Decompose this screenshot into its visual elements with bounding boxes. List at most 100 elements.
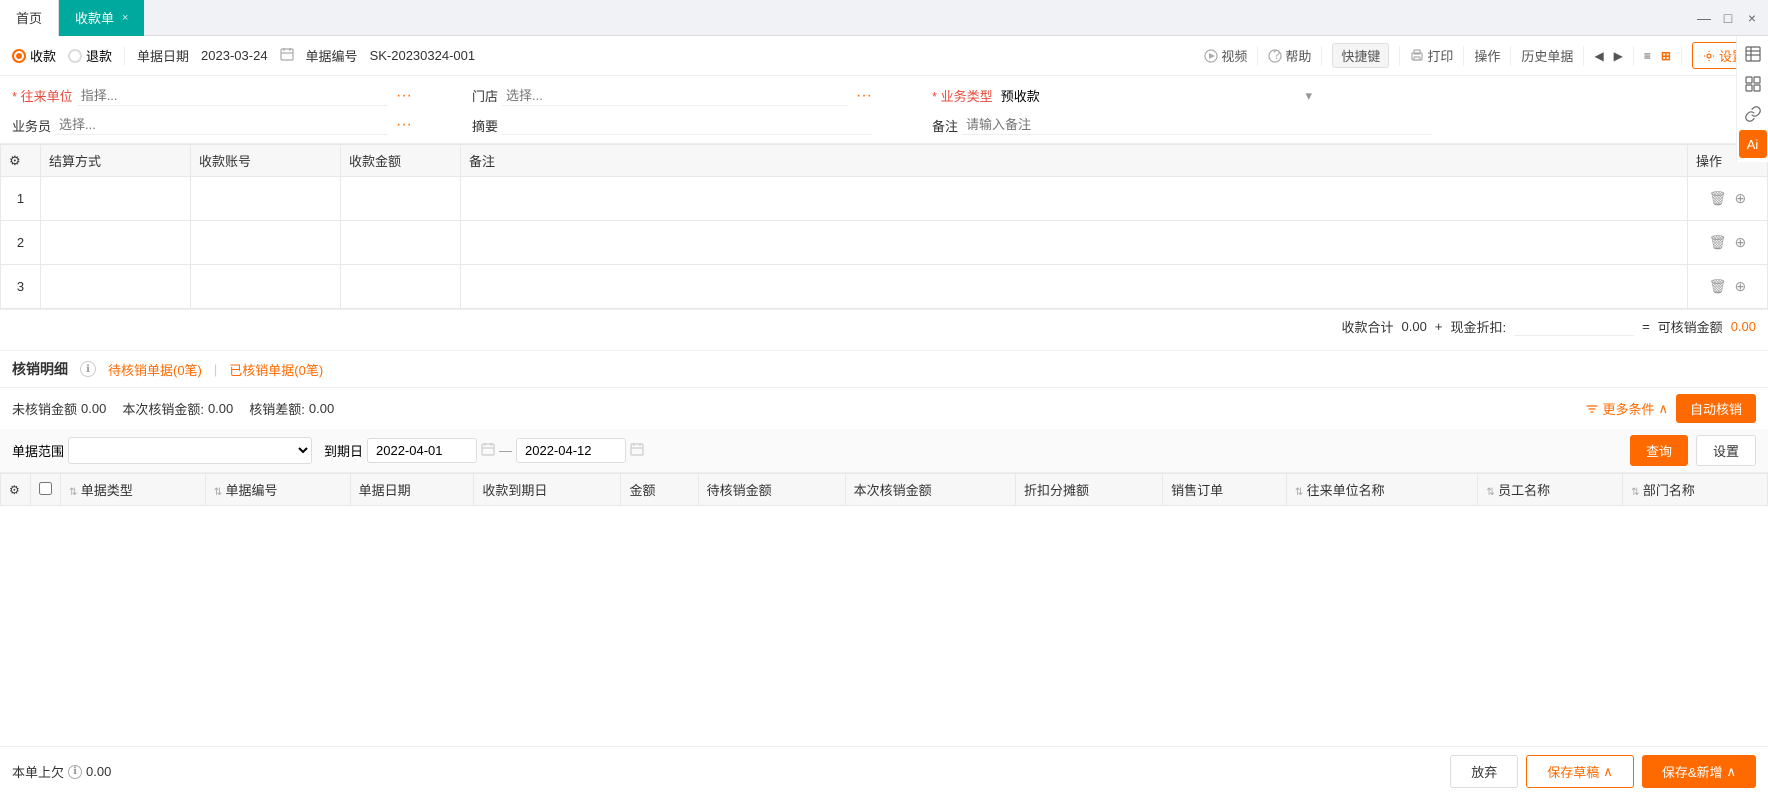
maximize-button[interactable]: □ [1720,10,1736,26]
cal-icon-from[interactable] [481,442,495,459]
cell-remark-1[interactable] [461,177,1688,221]
business-type-field: 业务类型 预收款 ▾ [932,84,1312,107]
auto-verify-button[interactable]: 自动核销 [1676,394,1756,423]
discount-input[interactable] [1514,316,1634,336]
gear-icon: ⚙ [9,153,21,168]
summary-input[interactable] [502,115,872,135]
cell-settlement-1[interactable] [41,177,191,221]
operation-btn[interactable]: 操作 [1474,46,1500,65]
vth-date-label: 单据日期 [359,483,411,498]
menu-btn[interactable]: ≡ [1644,49,1651,63]
doc-info-icon[interactable]: ℹ [68,765,82,779]
store-more-icon[interactable]: ··· [856,87,872,105]
form-row-2: 业务员 ··· 摘要 备注 [12,115,1756,135]
tab-home[interactable]: 首页 [0,0,59,36]
cell-settlement-3[interactable] [41,265,191,309]
date-label: 单据日期 [137,46,189,65]
date-from-input[interactable] [367,438,477,463]
row-num-3: 3 [1,265,41,309]
calendar-icon[interactable] [280,47,294,64]
save-new-button[interactable]: 保存&新增 ∧ [1642,755,1756,788]
total-value: 0.00 [1402,319,1427,334]
layout-btn[interactable]: ⊞ [1661,49,1671,63]
tab-close-icon[interactable]: × [122,12,128,24]
save-draft-button[interactable]: 保存草稿 ∧ [1526,755,1634,788]
cell-settlement-2[interactable] [41,221,191,265]
counterpart-input[interactable] [77,86,388,106]
delete-icon-3[interactable]: 🗑 [1709,278,1727,295]
copy-icon-1[interactable]: ⊕ [1735,190,1747,207]
sidebar-grid-icon[interactable] [1739,70,1767,98]
vth-check[interactable] [31,474,61,506]
radio-receipt[interactable]: 收款 [12,46,56,65]
cell-amount-3[interactable] [341,265,461,309]
save-new-label: 保存&新增 [1662,762,1723,781]
sidebar-ai-icon[interactable]: Ai [1739,130,1767,158]
range-select[interactable] [68,437,312,464]
cell-remark-2[interactable] [461,221,1688,265]
abandon-button[interactable]: 放弃 [1450,755,1518,788]
copy-icon-2[interactable]: ⊕ [1735,234,1747,251]
store-input[interactable] [502,86,848,106]
query-button[interactable]: 查询 [1630,435,1688,466]
pending-tab[interactable]: 待核销单据(0笔) [108,360,202,379]
summary-field: 摘要 [472,115,872,135]
close-button[interactable]: × [1744,10,1760,26]
more-conditions-btn[interactable]: 更多条件 ∧ [1586,399,1668,418]
vth-sales-order-label: 销售订单 [1171,483,1223,498]
th-gear[interactable]: ⚙ [1,145,41,177]
minimize-button[interactable]: — [1696,10,1712,26]
cell-account-2[interactable] [191,221,341,265]
date-to-input[interactable] [516,438,626,463]
divider9 [1681,46,1682,66]
counterpart-field: 往来单位 ··· [12,86,412,106]
vth-amount-label: 金额 [629,483,655,498]
verify-table-area: ⚙ ⇅ 单据类型 ⇅ 单据编号 单据日期 [0,473,1768,746]
cell-remark-3[interactable] [461,265,1688,309]
vth-due: 收款到期日 [474,474,621,506]
current-verify-stat: 本次核销金额: 0.00 [122,399,233,418]
vth-gear[interactable]: ⚙ [1,474,31,506]
remark-input[interactable] [962,115,1432,135]
filter-setting-button[interactable]: 设置 [1696,435,1756,466]
counterpart-more-icon[interactable]: ··· [396,87,412,105]
verify-info-icon[interactable]: ℹ [80,361,96,377]
vth-amount: 金额 [621,474,698,506]
cell-account-3[interactable] [191,265,341,309]
cell-account-1[interactable] [191,177,341,221]
check-all[interactable] [39,482,52,495]
print-btn[interactable]: 打印 [1410,46,1453,65]
query-label: 查询 [1646,444,1672,459]
ai-label: Ai [1747,137,1759,152]
copy-icon-3[interactable]: ⊕ [1735,278,1747,295]
cell-amount-2[interactable] [341,221,461,265]
shortcut-btn[interactable]: 快捷键 [1332,43,1389,68]
delete-icon-1[interactable]: 🗑 [1709,190,1727,207]
radio-refund[interactable]: 退款 [68,46,112,65]
cell-amount-1[interactable] [341,177,461,221]
business-type-label: 业务类型 [932,86,993,105]
video-btn[interactable]: 视频 [1204,46,1247,65]
vth-discount: 折扣分摊额 [1016,474,1163,506]
chevron-up-icon: ∧ [1658,401,1668,417]
salesperson-label: 业务员 [12,116,51,135]
cal-icon-to[interactable] [630,442,644,459]
toolbar-right: 视频 ? 帮助 快捷键 打印 操作 历史单据 [1204,42,1756,69]
more-conditions-label: 更多条件 [1602,399,1654,418]
prev-btn[interactable]: ◀ [1594,49,1603,63]
sidebar-link-icon[interactable] [1739,100,1767,128]
help-btn[interactable]: ? 帮助 [1268,46,1311,65]
done-tab[interactable]: 已核销单据(0笔) [229,360,323,379]
doc-num-value: SK-20230324-001 [370,48,476,63]
delete-icon-2[interactable]: 🗑 [1709,234,1727,251]
table-row: 3 🗑 ⊕ [1,265,1768,309]
business-type-arrow[interactable]: ▾ [1305,88,1312,104]
tab-home-label: 首页 [16,8,42,27]
next-btn[interactable]: ▶ [1614,49,1623,63]
salesperson-more-icon[interactable]: ··· [396,116,412,134]
tab-receipt[interactable]: 收款单 × [59,0,144,36]
divider3 [1321,46,1322,66]
history-btn[interactable]: 历史单据 [1521,46,1573,65]
sidebar-table-icon[interactable] [1739,40,1767,68]
salesperson-input[interactable] [55,115,388,135]
